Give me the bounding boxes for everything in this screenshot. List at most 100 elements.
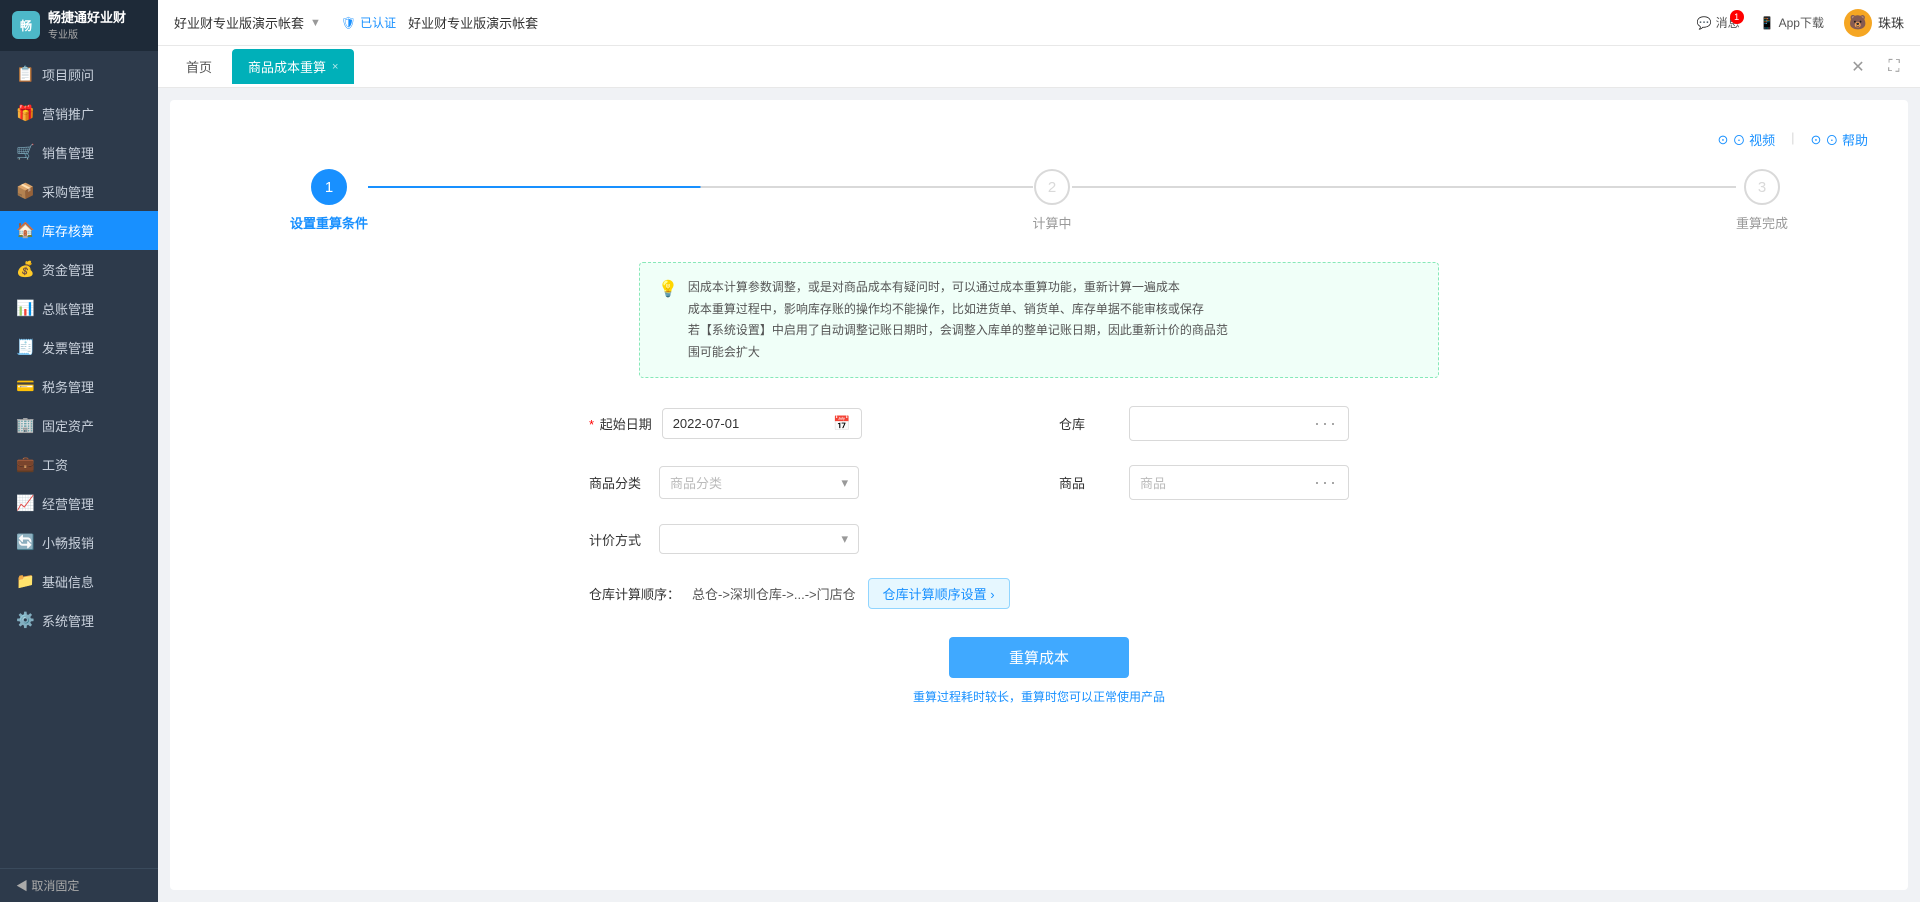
tabbar: 首页 商品成本重算 × ✕ ⛶ bbox=[158, 46, 1920, 88]
warehouse-order-label: 仓库计算顺序： bbox=[589, 584, 680, 603]
sidebar-item-basic[interactable]: 📁 基础信息 bbox=[0, 562, 158, 601]
start-date-field: * 起始日期 2022-07-01 📅 bbox=[589, 408, 1019, 439]
sidebar-item-label: 总账管理 bbox=[42, 299, 94, 318]
pricing-label: 计价方式 bbox=[589, 530, 649, 549]
app-download-button[interactable]: 📱 App下载 bbox=[1760, 14, 1824, 31]
sidebar-item-label: 资金管理 bbox=[42, 260, 94, 279]
divider: | bbox=[1791, 130, 1794, 149]
sidebar-item-assets[interactable]: 🏢 固定资产 bbox=[0, 406, 158, 445]
message-badge: 1 bbox=[1730, 10, 1744, 24]
form-area: * 起始日期 2022-07-01 📅 仓库 ··· bbox=[589, 406, 1489, 705]
goods-placeholder: 商品 bbox=[1140, 473, 1166, 492]
step-3-label: 重算完成 bbox=[1736, 213, 1788, 232]
user-profile[interactable]: 🐻 珠珠 bbox=[1844, 9, 1904, 37]
sidebar-item-finance[interactable]: 💰 资金管理 bbox=[0, 250, 158, 289]
message-button[interactable]: 💬 消息 1 bbox=[1697, 14, 1740, 31]
steps-container: 1 设置重算条件 2 计算中 3 重算完成 bbox=[210, 169, 1868, 232]
account-selector[interactable]: 好业财专业版演示帐套 ▼ bbox=[174, 13, 321, 32]
sidebar-menu: 📋 项目顾问 🎁 营销推广 🛒 销售管理 📦 采购管理 🏠 库存核算 💰 资金管… bbox=[0, 51, 158, 868]
category-select[interactable]: 商品分类 ▾ bbox=[659, 466, 859, 499]
category-label: 商品分类 bbox=[589, 473, 649, 492]
accounting-icon: 📊 bbox=[16, 299, 34, 317]
pricing-chevron-icon: ▾ bbox=[841, 531, 848, 547]
sidebar-item-invoice[interactable]: 🧾 发票管理 bbox=[0, 328, 158, 367]
sales-icon: 🛒 bbox=[16, 143, 34, 161]
warehouse-order-btn[interactable]: 仓库计算顺序设置 › bbox=[868, 578, 1010, 609]
step-2: 2 计算中 bbox=[1033, 169, 1072, 232]
step-connector-1 bbox=[368, 186, 1032, 188]
submit-hint: 重算过程耗时较长，重算时您可以正常使用产品 bbox=[589, 688, 1489, 705]
goods-more-icon: ··· bbox=[1314, 472, 1338, 493]
verified-text: 已认证 bbox=[360, 14, 396, 31]
sidebar-item-purchase[interactable]: 📦 采购管理 bbox=[0, 172, 158, 211]
start-date-input[interactable]: 2022-07-01 📅 bbox=[662, 408, 862, 439]
sidebar-item-label: 系统管理 bbox=[42, 611, 94, 630]
sidebar-title-block: 畅捷通好业财 专业版 bbox=[48, 10, 126, 41]
goods-input[interactable]: 商品 ··· bbox=[1129, 465, 1349, 500]
message-icon: 💬 bbox=[1697, 16, 1712, 30]
sidebar-item-label: 经营管理 bbox=[42, 494, 94, 513]
step-1-label: 设置重算条件 bbox=[290, 213, 368, 232]
sidebar-item-inventory[interactable]: 🏠 库存核算 bbox=[0, 211, 158, 250]
main-content: 好业财专业版演示帐套 ▼ 🛡 已认证 好业财专业版演示帐套 💬 消息 1 📱 A… bbox=[158, 0, 1920, 902]
verified-badge: 🛡 已认证 bbox=[341, 14, 396, 31]
tab-recalculate[interactable]: 商品成本重算 × bbox=[232, 49, 354, 84]
account-name: 好业财专业版演示帐套 bbox=[174, 13, 304, 32]
warehouse-order-btn-label: 仓库计算顺序设置 › bbox=[883, 584, 995, 603]
expand-button[interactable]: ⛶ bbox=[1880, 53, 1908, 81]
sidebar-header: 畅 畅捷通好业财 专业版 bbox=[0, 0, 158, 51]
calendar-icon: 📅 bbox=[833, 415, 850, 432]
company-name: 好业财专业版演示帐套 bbox=[408, 13, 538, 32]
category-chevron-icon: ▾ bbox=[841, 475, 848, 491]
submit-button[interactable]: 重算成本 bbox=[949, 637, 1129, 678]
sidebar-item-label: 税务管理 bbox=[42, 377, 94, 396]
sidebar-item-label: 销售管理 bbox=[42, 143, 94, 162]
category-placeholder: 商品分类 bbox=[670, 473, 722, 492]
operation-icon: 📈 bbox=[16, 494, 34, 512]
sidebar-item-label: 小畅报销 bbox=[42, 533, 94, 552]
tab-close-icon[interactable]: × bbox=[332, 61, 338, 73]
step-connector-2 bbox=[1072, 186, 1736, 188]
step-1-circle: 1 bbox=[311, 169, 347, 205]
info-icon: 💡 bbox=[658, 279, 678, 363]
sidebar-item-project[interactable]: 📋 项目顾问 bbox=[0, 55, 158, 94]
sidebar-item-label: 固定资产 bbox=[42, 416, 94, 435]
video-icon: ⊙ bbox=[1718, 132, 1729, 148]
step-2-label: 计算中 bbox=[1033, 213, 1072, 232]
help-link[interactable]: ⊙ ⊙ 帮助 bbox=[1810, 130, 1868, 149]
phone-icon: 📱 bbox=[1760, 16, 1775, 30]
video-label: ⊙ 视频 bbox=[1732, 130, 1775, 149]
sidebar-app-title: 畅捷通好业财 bbox=[48, 10, 126, 26]
sidebar-item-label: 发票管理 bbox=[42, 338, 94, 357]
sidebar-item-salary[interactable]: 💼 工资 bbox=[0, 445, 158, 484]
form-row-2: 商品分类 商品分类 ▾ 商品 商品 ··· bbox=[589, 465, 1489, 500]
assets-icon: 🏢 bbox=[16, 416, 34, 434]
pricing-field: 计价方式 ▾ bbox=[589, 524, 1019, 554]
system-icon: ⚙️ bbox=[16, 611, 34, 629]
sidebar-item-label: 基础信息 bbox=[42, 572, 94, 591]
warehouse-label: 仓库 bbox=[1059, 414, 1119, 433]
app-download-label: App下载 bbox=[1779, 14, 1824, 31]
sidebar-item-operation[interactable]: 📈 经营管理 bbox=[0, 484, 158, 523]
warehouse-input[interactable]: ··· bbox=[1129, 406, 1349, 441]
sidebar-item-tax[interactable]: 💳 税务管理 bbox=[0, 367, 158, 406]
video-link[interactable]: ⊙ ⊙ 视频 bbox=[1718, 130, 1776, 149]
close-button[interactable]: ✕ bbox=[1844, 53, 1872, 81]
page-content: ⊙ ⊙ 视频 | ⊙ ⊙ 帮助 1 设置重算条件 2 计算中 bbox=[170, 100, 1908, 890]
start-date-value: 2022-07-01 bbox=[673, 416, 740, 431]
goods-field: 商品 商品 ··· bbox=[1059, 465, 1489, 500]
pricing-select[interactable]: ▾ bbox=[659, 524, 859, 554]
tab-home[interactable]: 首页 bbox=[170, 49, 228, 84]
sidebar-item-label: 工资 bbox=[42, 455, 68, 474]
sidebar-item-label: 库存核算 bbox=[42, 221, 94, 240]
sidebar-item-accounting[interactable]: 📊 总账管理 bbox=[0, 289, 158, 328]
sidebar-unpin[interactable]: ◀ 取消固定 bbox=[0, 868, 158, 902]
sidebar-item-sales[interactable]: 🛒 销售管理 bbox=[0, 133, 158, 172]
sidebar-item-expense[interactable]: 🔄 小畅报销 bbox=[0, 523, 158, 562]
sidebar-item-marketing[interactable]: 🎁 营销推广 bbox=[0, 94, 158, 133]
sidebar-item-system[interactable]: ⚙️ 系统管理 bbox=[0, 601, 158, 640]
help-icon: ⊙ bbox=[1810, 132, 1821, 148]
warehouse-order-row: 仓库计算顺序： 总仓->深圳仓库->...->门店仓 仓库计算顺序设置 › bbox=[589, 578, 1489, 609]
topbar-right: 💬 消息 1 📱 App下载 🐻 珠珠 bbox=[1697, 9, 1904, 37]
project-icon: 📋 bbox=[16, 65, 34, 83]
